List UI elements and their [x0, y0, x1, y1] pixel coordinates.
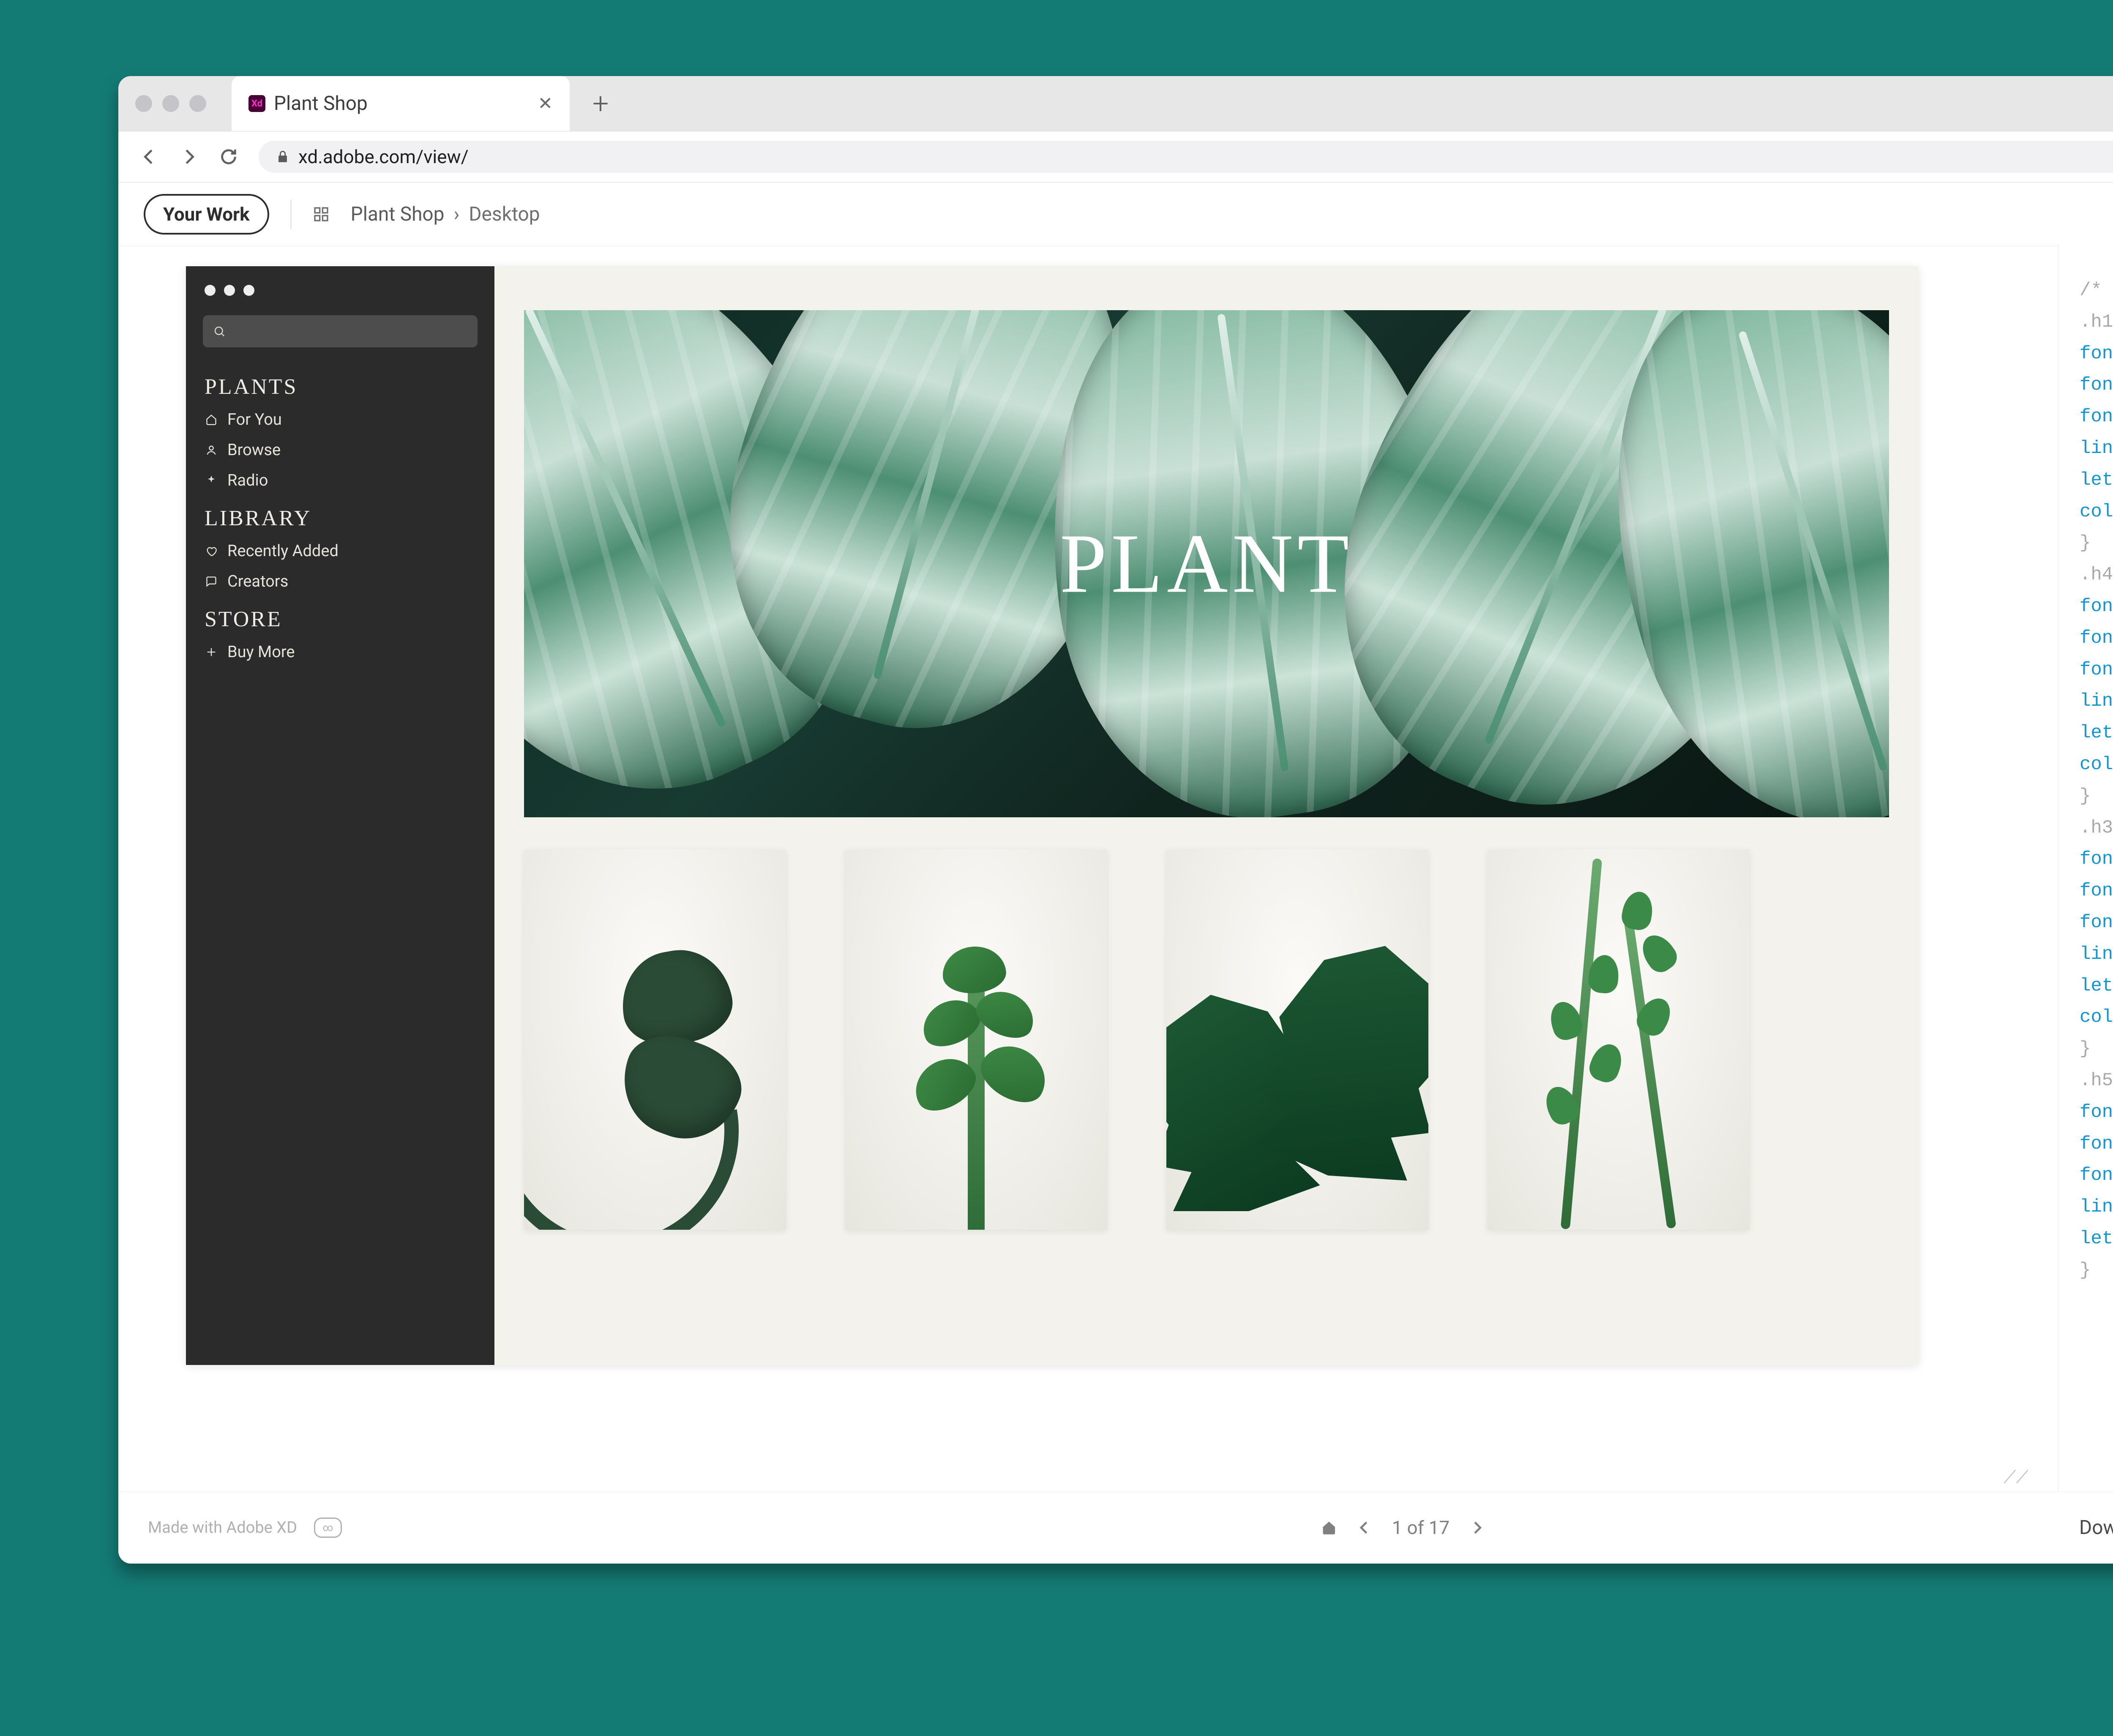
pager: 1 of 17 [1321, 1517, 1485, 1539]
sidebar-item-label: Buy More [227, 643, 295, 661]
tab-title: Plant Shop [274, 92, 368, 115]
divider [290, 199, 292, 229]
sidebar-item-browse[interactable]: Browse [186, 435, 494, 465]
prev-page-icon[interactable] [1357, 1520, 1373, 1536]
thumbnail-3[interactable] [1166, 849, 1428, 1230]
hero-image: PLANT [524, 310, 1889, 817]
page-indicator: 1 of 17 [1392, 1517, 1450, 1539]
next-page-icon[interactable] [1469, 1520, 1485, 1536]
reload-button[interactable] [219, 147, 242, 167]
forward-button[interactable] [179, 147, 202, 167]
sidebar-item-label: For You [227, 410, 282, 429]
artboard-search-input[interactable] [203, 315, 478, 347]
url-bar: xd.adobe.com/view/ [118, 131, 2113, 183]
css-panel: /* Character Styles */.h1 {font-family: … [2058, 245, 2113, 1492]
sparkle-icon [205, 475, 218, 486]
address-bar[interactable]: xd.adobe.com/view/ [259, 141, 2113, 173]
new-tab-button[interactable]: + [582, 87, 619, 120]
url-text: xd.adobe.com/view/ [298, 146, 469, 168]
window-controls [135, 95, 206, 112]
made-with-label: Made with Adobe XD [148, 1518, 297, 1537]
chat-icon [205, 576, 218, 587]
tab-close-icon[interactable]: ✕ [538, 93, 553, 114]
canvas-footer: Made with Adobe XD ∞ 1 of 17 [118, 1491, 2113, 1564]
sidebar-item-label: Recently Added [227, 542, 339, 560]
window-close-icon[interactable] [135, 95, 152, 112]
download-variables-link[interactable]: Download Variables [2079, 1516, 2113, 1539]
window-zoom-icon[interactable] [189, 95, 206, 112]
artboard[interactable]: PLANTS For You Browse Radio LIBRARY Rece… [186, 266, 1919, 1365]
breadcrumb: Plant Shop › Desktop [351, 203, 540, 226]
sidebar-heading-store: STORE [186, 597, 494, 637]
sidebar-item-label: Browse [227, 441, 281, 459]
resize-handle-icon[interactable]: ⟋⟋ [2004, 1467, 2028, 1488]
sidebar-item-foryou[interactable]: For You [186, 404, 494, 435]
sidebar-heading-plants: PLANTS [186, 364, 494, 404]
plus-icon [205, 646, 218, 658]
thumbnail-1[interactable] [524, 849, 786, 1230]
sidebar-item-buymore[interactable]: Buy More [186, 637, 494, 667]
css-panel-footer: Download Variables Download CSS [2058, 1491, 2113, 1564]
sidebar-heading-library: LIBRARY [186, 496, 494, 536]
sidebar-item-radio[interactable]: Radio [186, 465, 494, 496]
grid-view-icon[interactable] [313, 206, 330, 223]
creative-cloud-icon: ∞ [314, 1518, 342, 1538]
sidebar-item-recent[interactable]: Recently Added [186, 536, 494, 566]
artboard-sidebar: PLANTS For You Browse Radio LIBRARY Rece… [186, 266, 494, 1365]
thumbnail-row [524, 849, 1750, 1230]
artboard-window-dots [186, 266, 494, 308]
thumbnail-4[interactable] [1488, 849, 1750, 1230]
lock-icon [276, 150, 290, 164]
browser-window: Xd Plant Shop ✕ + xd.adobe.com/view/ You… [118, 76, 2113, 1564]
your-work-button[interactable]: Your Work [144, 194, 269, 235]
tab-strip: Xd Plant Shop ✕ + [118, 76, 2113, 131]
heart-icon [205, 545, 218, 557]
browser-tab[interactable]: Xd Plant Shop ✕ [232, 76, 570, 131]
canvas-area[interactable]: PLANTS For You Browse Radio LIBRARY Rece… [118, 245, 2058, 1492]
code-view[interactable]: /* Character Styles */.h1 {font-family: … [2058, 245, 2113, 1299]
app-toolbar: Your Work Plant Shop › Desktop Invite 81… [118, 183, 2113, 246]
sidebar-item-label: Creators [227, 572, 288, 591]
home-page-icon[interactable] [1321, 1520, 1337, 1536]
search-icon [213, 325, 226, 338]
thumbnail-2[interactable] [845, 849, 1107, 1230]
document-body: PLANTS For You Browse Radio LIBRARY Rece… [118, 245, 2113, 1564]
breadcrumb-separator: › [453, 203, 459, 226]
window-minimize-icon[interactable] [162, 95, 179, 112]
user-icon [205, 444, 218, 456]
sidebar-item-creators[interactable]: Creators [186, 566, 494, 597]
breadcrumb-project[interactable]: Plant Shop [351, 203, 445, 226]
xd-favicon-icon: Xd [248, 95, 265, 112]
hero-title: PLANT [1060, 516, 1353, 612]
breadcrumb-current[interactable]: Desktop [469, 203, 540, 226]
sidebar-item-label: Radio [227, 471, 268, 490]
back-button[interactable] [139, 147, 162, 167]
home-icon [205, 414, 218, 426]
